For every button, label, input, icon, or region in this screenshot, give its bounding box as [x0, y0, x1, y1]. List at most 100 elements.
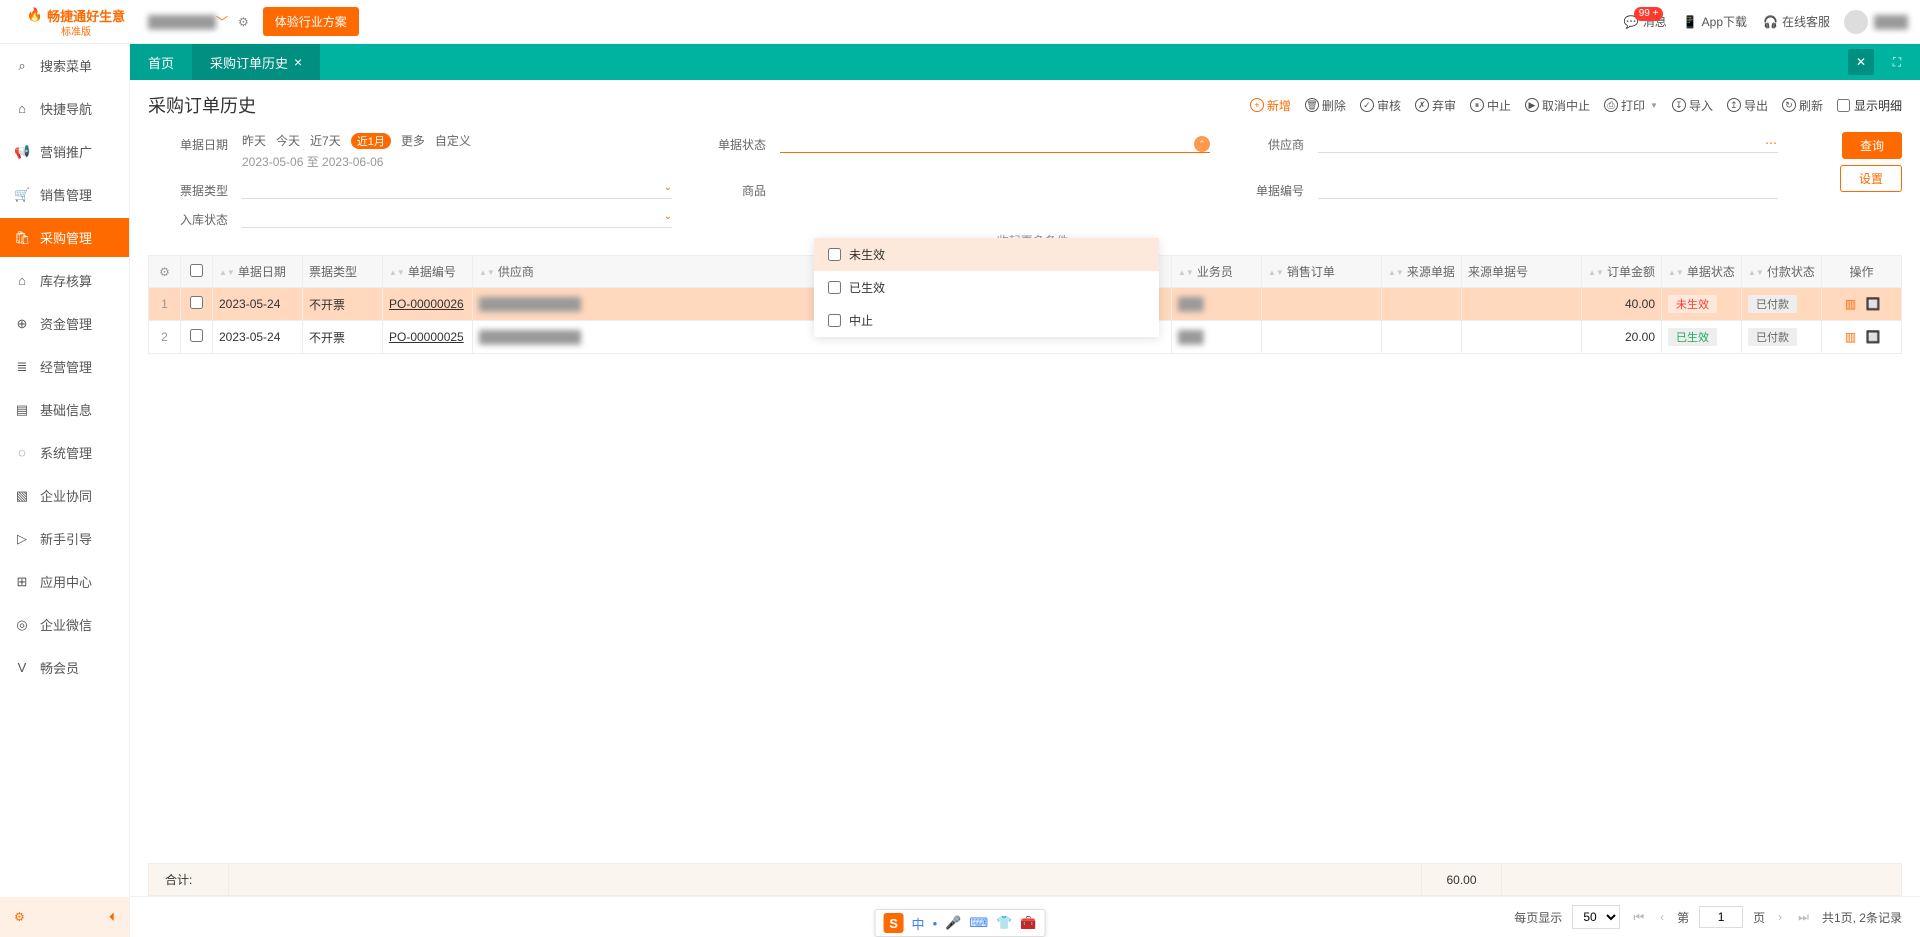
sidebar-item-wechat[interactable]: ◎企业微信 — [0, 605, 129, 644]
last-page-icon[interactable]: ⏭ — [1795, 910, 1812, 925]
setting-button[interactable]: 设置 — [1840, 165, 1902, 192]
sidebar-item-operation[interactable]: ≣经营管理 — [0, 347, 129, 386]
filter-status-field[interactable]: ⌃ — [780, 132, 1210, 153]
unstop-button[interactable]: ▶取消中止 — [1525, 97, 1590, 114]
first-page-icon[interactable]: ⏮ — [1630, 910, 1647, 925]
show-detail-checkbox[interactable]: 显示明细 — [1837, 97, 1902, 114]
col-status[interactable]: ▲▼单据状态 — [1662, 256, 1742, 288]
col-checkall[interactable] — [181, 256, 213, 288]
col-amount[interactable]: ▲▼订单金额 — [1582, 256, 1662, 288]
sidebar-item-collab[interactable]: ▧企业协同 — [0, 476, 129, 515]
add-button[interactable]: +新增 — [1250, 97, 1291, 114]
close-all-tabs-button[interactable]: ✕ — [1848, 49, 1874, 75]
ime-mic-icon[interactable]: 🎤 — [945, 915, 961, 931]
col-salesorder[interactable]: ▲▼销售订单 — [1262, 256, 1382, 288]
date-quick-week[interactable]: 近7天 — [310, 132, 341, 149]
date-quick-yesterday[interactable]: 昨天 — [242, 132, 266, 149]
col-sales[interactable]: ▲▼业务员 — [1172, 256, 1262, 288]
sidebar-item-member[interactable]: V畅会员 — [0, 648, 129, 687]
ime-punct-icon[interactable]: • — [933, 916, 938, 931]
ime-keyboard-icon[interactable]: ⌨ — [969, 915, 988, 931]
chevron-up-icon[interactable]: ⌃ — [1194, 136, 1210, 152]
sidebar-item-quicknav[interactable]: ⌂快捷导航 — [0, 89, 129, 128]
stop-button[interactable]: ⏸中止 — [1470, 97, 1511, 114]
settings-icon[interactable]: ⚙ — [14, 910, 25, 924]
sidebar-item-apps[interactable]: ⊞应用中心 — [0, 562, 129, 601]
ime-toolbox-icon[interactable]: 🧰 — [1020, 915, 1036, 931]
date-quick-custom[interactable]: 自定义 — [435, 132, 471, 149]
date-quick-month[interactable]: 近1月 — [351, 133, 391, 149]
sidebar-item-inventory[interactable]: ⌂库存核算 — [0, 261, 129, 300]
cell-docno[interactable]: PO-00000026 — [383, 288, 473, 321]
tab-purchase-history[interactable]: 采购订单历史 × — [192, 44, 320, 80]
view-icon[interactable]: ▥ — [1844, 297, 1858, 311]
prev-page-icon[interactable]: ‹ — [1657, 910, 1667, 924]
col-srcno[interactable]: 来源单据号 — [1462, 256, 1582, 288]
sidebar-item-funds[interactable]: ⊕资金管理 — [0, 304, 129, 343]
audit-button[interactable]: ✓审核 — [1360, 97, 1401, 114]
sidebar-item-basedata[interactable]: ▤基础信息 — [0, 390, 129, 429]
more-icon[interactable]: ⋯ — [1765, 136, 1778, 150]
cell-docno[interactable]: PO-00000025 — [383, 321, 473, 354]
per-page-select[interactable]: 50 — [1572, 905, 1620, 929]
filter-invoice-field[interactable]: ⌄ — [242, 178, 672, 199]
tab-home[interactable]: 首页 — [130, 44, 192, 80]
sidebar-item-marketing[interactable]: 📢营销推广 — [0, 132, 129, 171]
messages-button[interactable]: 💬 消息 99 + — [1624, 13, 1667, 30]
ime-lang-button[interactable]: 中 — [912, 914, 925, 933]
status-option-active[interactable]: 已生效 — [814, 271, 1159, 304]
sidebar-item-search[interactable]: ⌕搜索菜单 — [0, 46, 129, 85]
close-icon[interactable]: × — [294, 54, 302, 70]
query-button[interactable]: 查询 — [1842, 132, 1902, 159]
sidebar-item-purchase[interactable]: 🛍采购管理 — [0, 218, 129, 257]
date-quick-today[interactable]: 今天 — [276, 132, 300, 149]
org-selector[interactable]: ████████ — [148, 15, 216, 29]
chevron-down-icon[interactable]: ⌄ — [664, 182, 672, 193]
sidebar-item-guide[interactable]: ▷新手引导 — [0, 519, 129, 558]
refresh-button[interactable]: ↻刷新 — [1782, 97, 1823, 114]
fullscreen-icon[interactable]: ⛶ — [1884, 49, 1910, 75]
import-button[interactable]: ↧导入 — [1672, 97, 1713, 114]
sidebar-item-system[interactable]: ◌系统管理 — [0, 433, 129, 472]
user-name[interactable]: ████ — [1874, 15, 1908, 29]
status-option-stopped[interactable]: 中止 — [814, 304, 1159, 337]
app-download-button[interactable]: 📱 App下载 — [1683, 13, 1747, 30]
ime-skin-icon[interactable]: 👕 — [996, 915, 1012, 931]
sidebar-item-sales[interactable]: 🛒销售管理 — [0, 175, 129, 214]
print-button[interactable]: ⎙打印▼ — [1604, 97, 1658, 114]
instore-input[interactable] — [242, 207, 672, 228]
qr-icon[interactable]: 🔲 — [1866, 297, 1880, 311]
next-page-icon[interactable]: › — [1775, 910, 1785, 924]
status-input[interactable] — [780, 132, 1210, 153]
trial-button[interactable]: 体验行业方案 — [263, 7, 359, 36]
avatar[interactable] — [1844, 10, 1868, 34]
col-src[interactable]: ▲▼来源单据 — [1382, 256, 1462, 288]
col-docno[interactable]: ▲▼单据编号 — [383, 256, 473, 288]
docno-input[interactable] — [1318, 178, 1778, 199]
page-input[interactable] — [1699, 906, 1743, 928]
collapse-sidebar-icon[interactable]: ⏴ — [109, 910, 115, 925]
col-paystatus[interactable]: ▲▼付款状态 — [1742, 256, 1822, 288]
col-date[interactable]: ▲▼单据日期 — [213, 256, 303, 288]
date-quick-more[interactable]: 更多 — [401, 132, 425, 149]
export-button[interactable]: ↥导出 — [1727, 97, 1768, 114]
view-icon[interactable]: ▥ — [1844, 330, 1858, 344]
chevron-down-icon[interactable]: ﹀ — [216, 13, 228, 30]
gear-icon[interactable]: ⚙ — [238, 15, 249, 29]
filter-supplier-field[interactable]: ⋯ — [1318, 132, 1778, 153]
invoice-input[interactable] — [242, 178, 672, 199]
cell-check[interactable] — [181, 288, 213, 321]
customer-service-button[interactable]: 🎧 在线客服 — [1763, 13, 1830, 30]
status-option-pending[interactable]: 未生效 — [814, 238, 1159, 271]
cell-check[interactable] — [181, 321, 213, 354]
chevron-down-icon[interactable]: ⌄ — [664, 211, 672, 222]
delete-button[interactable]: 🗑删除 — [1305, 97, 1346, 114]
filter-docno-field[interactable] — [1318, 178, 1778, 199]
qr-icon[interactable]: 🔲 — [1866, 330, 1880, 344]
abandon-button[interactable]: ✗弃审 — [1415, 97, 1456, 114]
ime-toolbar[interactable]: S 中 • 🎤 ⌨ 👕 🧰 — [875, 909, 1046, 937]
col-invoice[interactable]: 票据类型 — [303, 256, 383, 288]
filter-instore-field[interactable]: ⌄ — [242, 207, 672, 228]
supplier-input[interactable] — [1318, 132, 1778, 153]
col-gear[interactable]: ⚙ — [149, 256, 181, 288]
